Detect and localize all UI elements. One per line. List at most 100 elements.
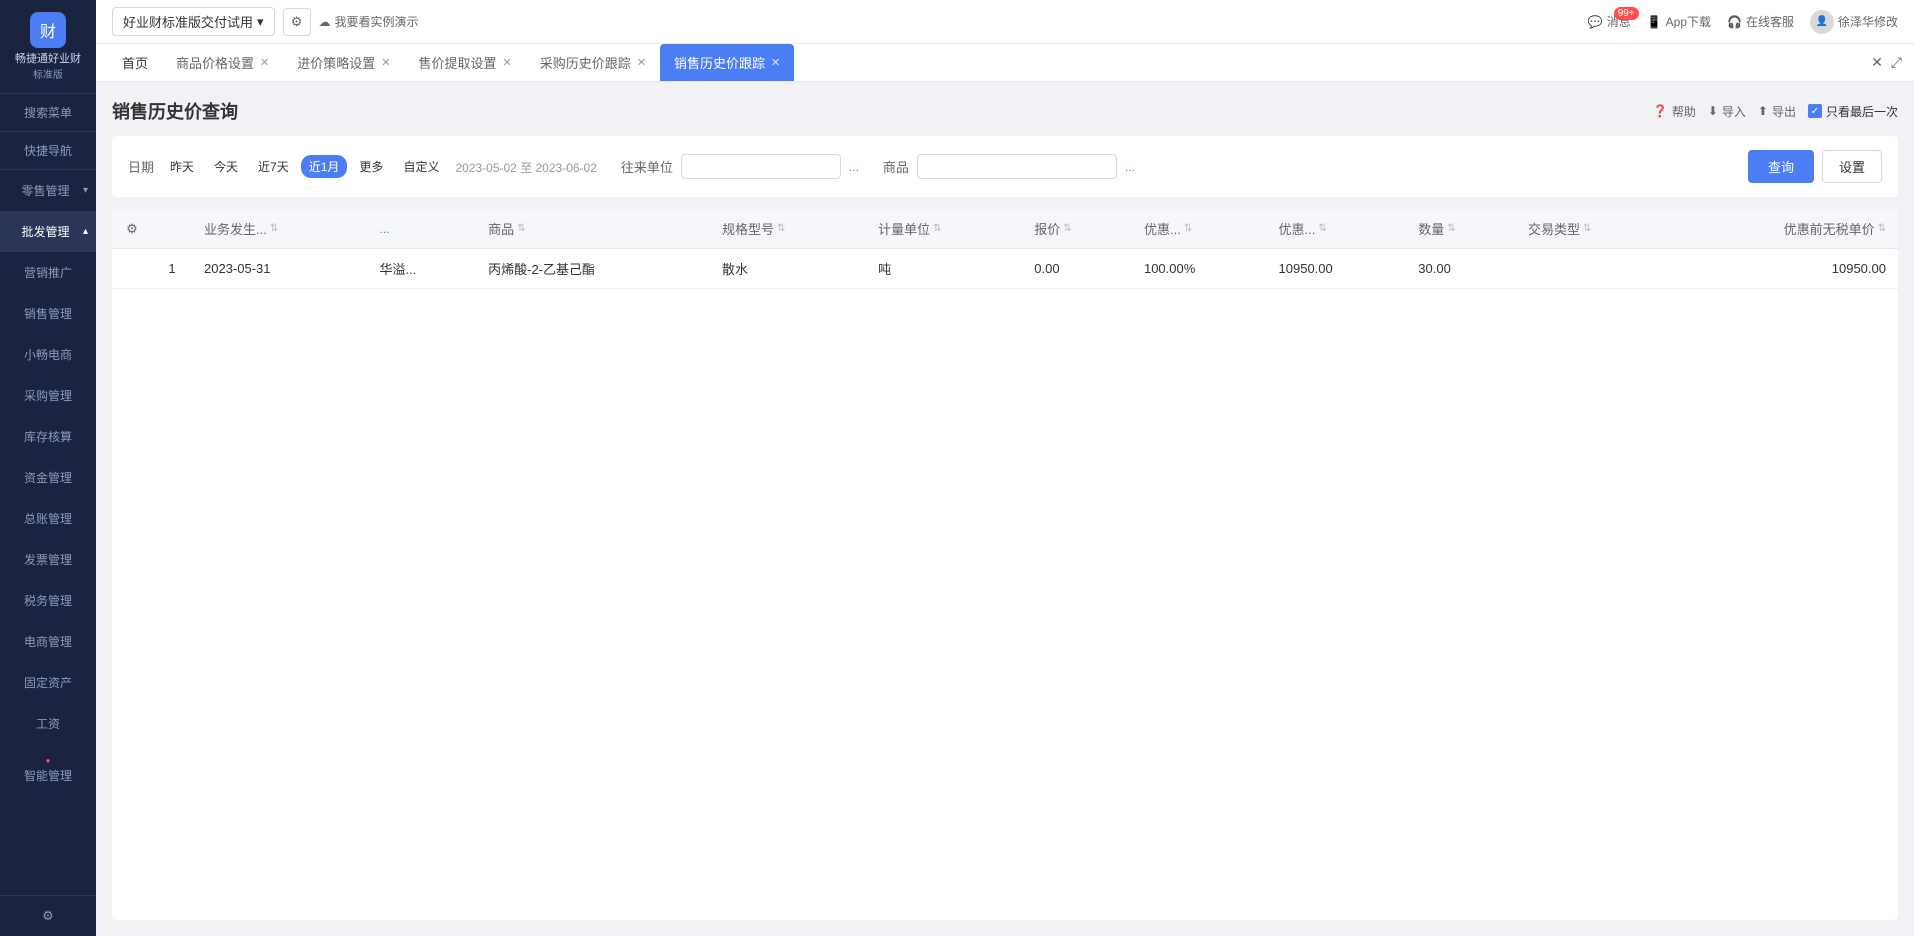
- close-tab-purchase-history[interactable]: ✕: [637, 56, 646, 69]
- row-product: 丙烯酸-2-乙基己酯: [476, 249, 710, 289]
- column-pretax-price[interactable]: 优惠前无税单价⇅: [1672, 209, 1898, 249]
- sort-icon-spec: ⇅: [777, 223, 785, 234]
- table-row: 1 2023-05-31 华溢... 丙烯酸-2-乙基己酯 散水 吨 0.00 …: [112, 249, 1898, 289]
- import-icon: ⬇: [1708, 104, 1718, 118]
- row-spec: 散水: [710, 249, 866, 289]
- help-button[interactable]: ❓ 帮助: [1653, 103, 1696, 120]
- tab-extract-label: 售价提取设置: [418, 53, 496, 72]
- demo-link[interactable]: ☁ 我要看实例演示: [319, 13, 419, 30]
- table-header-row: ⚙ 业务发生...⇅ ... 商品⇅ 规格型号⇅: [112, 209, 1898, 249]
- online-service-button[interactable]: 🎧 在线客服: [1727, 13, 1794, 30]
- date-option-yesterday[interactable]: 昨天: [162, 155, 202, 178]
- sort-icon-unit: ⇅: [933, 223, 941, 234]
- sidebar-item-capital[interactable]: 资金管理: [0, 457, 96, 498]
- tab-purchase-history[interactable]: 采购历史价跟踪 ✕: [526, 44, 660, 82]
- product-label: 商品: [883, 157, 909, 176]
- sidebar-item-salary[interactable]: 工资: [0, 703, 96, 744]
- sidebar-item-inventory[interactable]: 库存核算: [0, 416, 96, 457]
- sidebar-item-sales[interactable]: 销售管理: [0, 293, 96, 334]
- logo-sub: 标准版: [33, 66, 63, 81]
- column-discount1[interactable]: 优惠...⇅: [1132, 209, 1267, 249]
- export-button[interactable]: ⬆ 导出: [1758, 103, 1796, 120]
- close-window-icon[interactable]: ✕: [1871, 54, 1883, 71]
- source-input[interactable]: [681, 154, 841, 179]
- close-tab-extract[interactable]: ✕: [503, 56, 512, 69]
- close-tab-price[interactable]: ✕: [260, 56, 269, 69]
- tab-price-label: 商品价格设置: [176, 53, 254, 72]
- close-tab-strategy[interactable]: ✕: [381, 56, 390, 69]
- column-settings[interactable]: ⚙: [112, 209, 152, 249]
- tab-extract[interactable]: 售价提取设置 ✕: [404, 44, 525, 82]
- topbar-left: 好业财标准版交付试用 ▾ ⚙ ☁ 我要看实例演示: [112, 7, 1588, 36]
- date-filter-label: 日期: [128, 157, 154, 176]
- sidebar-quick-nav[interactable]: 快捷导航: [0, 132, 96, 170]
- sidebar-item-ecom-small[interactable]: 小畅电商: [0, 334, 96, 375]
- column-trans-type[interactable]: 交易类型⇅: [1516, 209, 1672, 249]
- settings-button[interactable]: 设置: [1822, 150, 1882, 183]
- column-discount2[interactable]: 优惠...⇅: [1267, 209, 1407, 249]
- filter-bar: 日期 昨天 今天 近7天 近1月 更多 自定义 2023-05-02 至 202…: [112, 136, 1898, 197]
- message-icon: 💬: [1588, 15, 1603, 29]
- page-content: 销售历史价查询 ❓ 帮助 ⬇ 导入 ⬆ 导出 ✓ 只看最后一次: [96, 82, 1914, 936]
- topbar-right: 💬 消息 99+ 📱 App下载 🎧 在线客服 👤 徐泽华修改: [1588, 10, 1898, 34]
- sidebar-item-purchase[interactable]: 采购管理: [0, 375, 96, 416]
- column-qty[interactable]: 数量⇅: [1406, 209, 1516, 249]
- checkbox-checked-icon: ✓: [1808, 104, 1822, 118]
- tab-sales-history[interactable]: 销售历史价跟踪 ✕: [660, 44, 794, 82]
- tab-price[interactable]: 商品价格设置 ✕: [162, 44, 283, 82]
- version-select[interactable]: 好业财标准版交付试用 ▾: [112, 7, 275, 36]
- sort-icon-pretax: ⇅: [1878, 223, 1886, 234]
- source-more-button[interactable]: ...: [849, 160, 859, 174]
- user-menu[interactable]: 👤 徐泽华修改: [1810, 10, 1898, 34]
- tab-home[interactable]: 首页: [108, 44, 162, 82]
- sidebar-item-smart[interactable]: ● 智能管理: [0, 744, 96, 796]
- column-spec[interactable]: 规格型号⇅: [710, 209, 866, 249]
- product-filter-group: 商品 ...: [883, 154, 1135, 179]
- date-option-custom[interactable]: 自定义: [395, 155, 447, 178]
- source-filter-group: 往来单位 ...: [621, 154, 859, 179]
- row-pretax-price: 10950.00: [1672, 249, 1898, 289]
- sidebar-item-retail[interactable]: 零售管理 ▾: [0, 170, 96, 211]
- column-biz-date[interactable]: 业务发生...⇅: [192, 209, 367, 249]
- headset-icon: 🎧: [1727, 15, 1742, 29]
- sidebar-item-tax[interactable]: 税务管理: [0, 580, 96, 621]
- sidebar-search[interactable]: 搜索菜单: [0, 94, 96, 132]
- date-option-more[interactable]: 更多: [351, 155, 391, 178]
- tab-sales-history-label: 销售历史价跟踪: [674, 53, 765, 72]
- date-option-last7[interactable]: 近7天: [250, 155, 297, 178]
- sidebar-item-invoice[interactable]: 发票管理: [0, 539, 96, 580]
- column-unit[interactable]: 计量单位⇅: [866, 209, 1022, 249]
- query-button[interactable]: 查询: [1748, 150, 1814, 183]
- column-num: [152, 209, 192, 249]
- product-more-button[interactable]: ...: [1125, 160, 1135, 174]
- column-ellipsis[interactable]: ...: [367, 209, 476, 249]
- import-button[interactable]: ⬇ 导入: [1708, 103, 1746, 120]
- sidebar-item-wholesale[interactable]: 批发管理 ▴: [0, 211, 96, 252]
- sort-icon-product: ⇅: [517, 223, 525, 234]
- message-button[interactable]: 💬 消息 99+: [1588, 13, 1631, 30]
- tab-strategy[interactable]: 进价策略设置 ✕: [283, 44, 404, 82]
- column-price[interactable]: 报价⇅: [1022, 209, 1132, 249]
- avatar: 👤: [1810, 10, 1834, 34]
- product-input[interactable]: [917, 154, 1117, 179]
- sidebar-settings-icon[interactable]: ⚙: [0, 895, 96, 936]
- sidebar-item-ledger[interactable]: 总账管理: [0, 498, 96, 539]
- chevron-down-icon: ▾: [257, 14, 264, 30]
- date-range-display: 2023-05-02 至 2023-06-02: [455, 159, 596, 176]
- only-last-checkbox[interactable]: ✓ 只看最后一次: [1808, 103, 1898, 120]
- topbar-settings-button[interactable]: ⚙: [283, 8, 311, 36]
- version-label: 好业财标准版交付试用: [123, 12, 253, 31]
- tabbar: 首页 商品价格设置 ✕ 进价策略设置 ✕ 售价提取设置 ✕ 采购历史价跟踪 ✕ …: [96, 44, 1914, 82]
- app-download-button[interactable]: 📱 App下载: [1647, 13, 1711, 30]
- date-option-today[interactable]: 今天: [206, 155, 246, 178]
- column-product[interactable]: 商品⇅: [476, 209, 710, 249]
- sidebar-item-ecom[interactable]: 电商管理: [0, 621, 96, 662]
- date-option-last1m[interactable]: 近1月: [301, 155, 348, 178]
- expand-window-icon[interactable]: ⤢: [1891, 54, 1902, 71]
- sort-icon-discount2: ⇅: [1318, 223, 1326, 234]
- sidebar-item-marketing[interactable]: 营销推广: [0, 252, 96, 293]
- row-discount2: 10950.00: [1267, 249, 1407, 289]
- close-tab-sales-history[interactable]: ✕: [771, 56, 780, 69]
- sort-icon-discount1: ⇅: [1184, 223, 1192, 234]
- sidebar-item-assets[interactable]: 固定资产: [0, 662, 96, 703]
